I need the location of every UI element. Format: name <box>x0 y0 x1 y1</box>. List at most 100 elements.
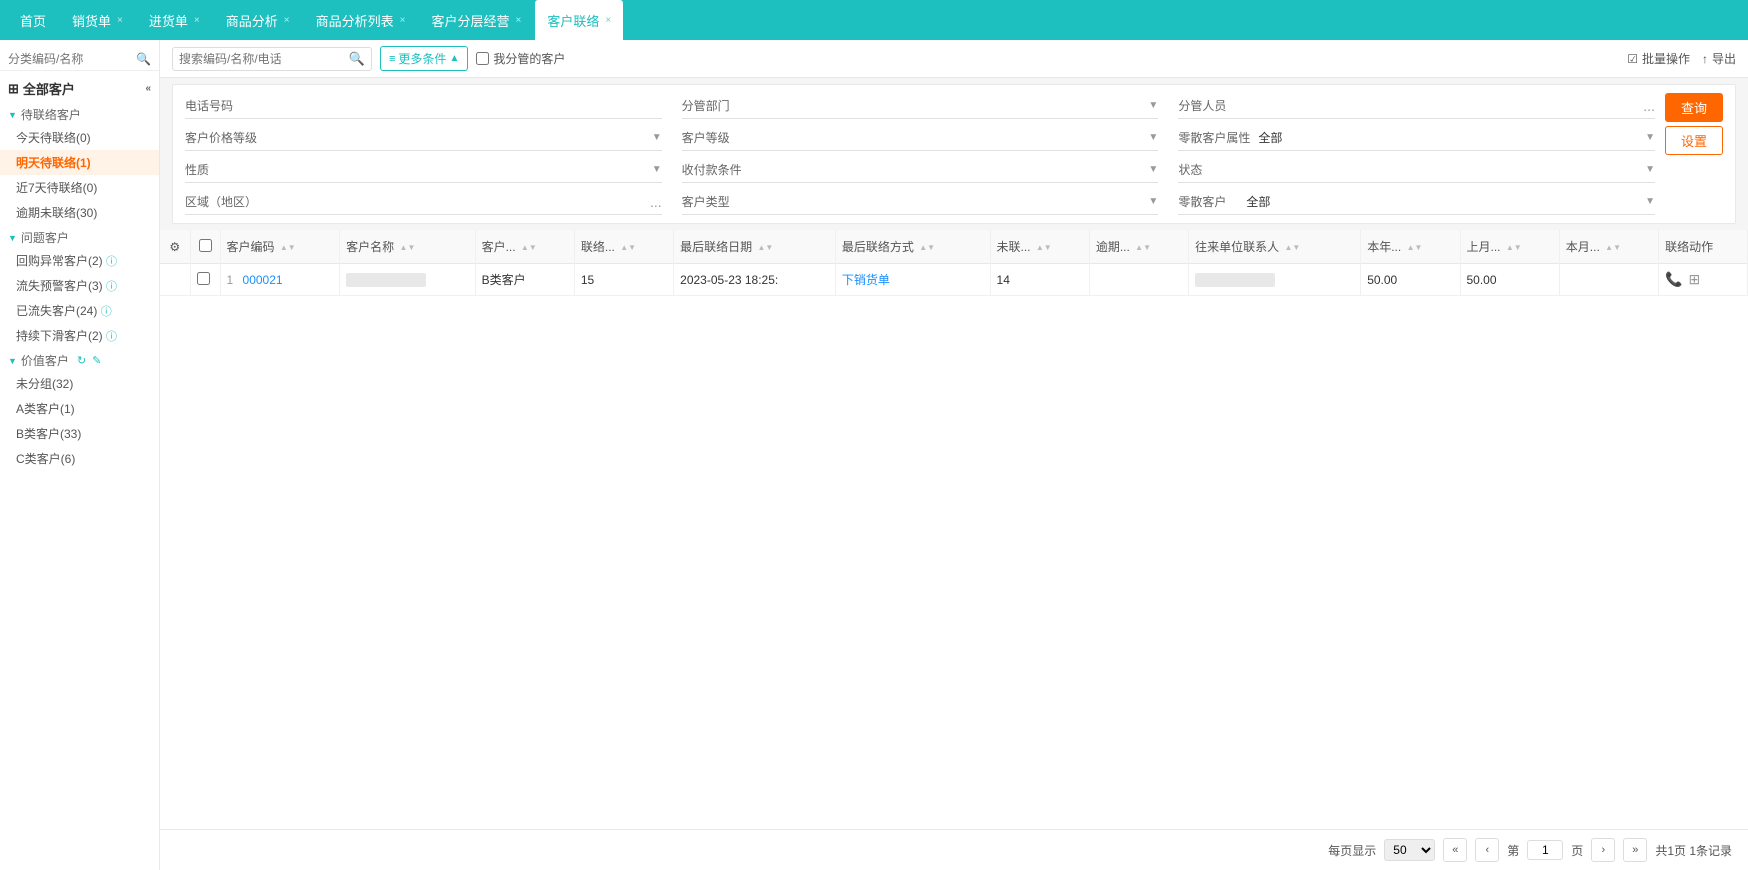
per-page-select[interactable]: 50 100 200 <box>1384 839 1435 861</box>
last-contact-method-link[interactable]: 下销货单 <box>842 273 890 287</box>
close-sales-order-icon[interactable]: × <box>117 15 123 26</box>
sidebar-item-tomorrow-contact[interactable]: 明天待联络(1) <box>0 150 159 175</box>
sidebar-item-class-b[interactable]: B类客户(33) <box>0 421 159 446</box>
next-btn[interactable]: › <box>1591 838 1615 862</box>
filter-status-select[interactable]: ▼ <box>1246 164 1655 175</box>
col-gear[interactable]: ⚙ <box>160 230 190 264</box>
close-product-analysis-list-icon[interactable]: × <box>400 15 406 26</box>
edit-icon[interactable]: ✎ <box>92 354 101 367</box>
close-customer-segmentation-icon[interactable]: × <box>515 15 521 26</box>
col-customer-code[interactable]: 客户编码 ▲▼ <box>220 230 340 264</box>
nav-product-analysis[interactable]: 商品分析 × <box>214 0 302 40</box>
col-last-contact-method[interactable]: 最后联络方式 ▲▼ <box>835 230 990 264</box>
col-this-month[interactable]: 本月... ▲▼ <box>1559 230 1658 264</box>
select-all-checkbox[interactable] <box>199 239 212 252</box>
col-contact-person[interactable]: 往来单位联系人 ▲▼ <box>1189 230 1361 264</box>
sidebar-item-abnormal-repurchase[interactable]: 回购异常客户(2) ⓘ <box>0 248 159 273</box>
refresh-icon[interactable]: ↻ <box>77 354 86 367</box>
sidebar-item-class-a[interactable]: A类客户(1) <box>0 396 159 421</box>
sort-contact-count-icon[interactable]: ▲▼ <box>620 243 636 252</box>
sidebar: 🔍 ⊞ 全部客户 « 待联络客户 今天待联络(0) 明天待联络(1) 近7天待联… <box>0 40 160 870</box>
nav-customer-contact[interactable]: 客户联络 × <box>535 0 623 40</box>
search-input[interactable] <box>179 52 345 66</box>
sort-customer-name-icon[interactable]: ▲▼ <box>400 243 416 252</box>
sidebar-item-overdue-contact[interactable]: 逾期未联络(30) <box>0 200 159 225</box>
close-product-analysis-icon[interactable]: × <box>284 15 290 26</box>
sidebar-item-today-contact[interactable]: 今天待联络(0) <box>0 125 159 150</box>
sidebar-item-churn-warning[interactable]: 流失预警客户(3) ⓘ <box>0 273 159 298</box>
filter-payment-label: 收付款条件 <box>682 161 742 178</box>
next-next-btn[interactable]: » <box>1623 838 1647 862</box>
page-label: 第 <box>1507 842 1519 859</box>
sort-last-month-icon[interactable]: ▲▼ <box>1506 243 1522 252</box>
sidebar-search-icon[interactable]: 🔍 <box>136 52 151 66</box>
col-last-month[interactable]: 上月... ▲▼ <box>1460 230 1559 264</box>
row-unreached: 14 <box>990 264 1089 296</box>
col-customer-type[interactable]: 客户... ▲▼ <box>475 230 574 264</box>
close-purchase-order-icon[interactable]: × <box>194 15 200 26</box>
sidebar-item-ungrouped[interactable]: 未分组(32) <box>0 371 159 396</box>
col-last-contact-date[interactable]: 最后联络日期 ▲▼ <box>674 230 836 264</box>
close-customer-contact-icon[interactable]: × <box>605 15 611 26</box>
col-unreached[interactable]: 未联... ▲▼ <box>990 230 1089 264</box>
filter-dept-select[interactable]: ▼ <box>750 100 1159 111</box>
row-checkbox <box>190 264 220 296</box>
filter-region-select[interactable]: ... <box>265 194 662 210</box>
region-dots-icon[interactable]: ... <box>650 194 662 210</box>
sidebar-item-class-c[interactable]: C类客户(6) <box>0 446 159 471</box>
row-select-checkbox[interactable] <box>197 272 210 285</box>
filter-price-grade-select[interactable]: ▼ <box>265 132 662 143</box>
page-input[interactable] <box>1527 840 1563 860</box>
action-grid-icon[interactable]: ⊞ <box>1689 271 1701 288</box>
sort-customer-code-icon[interactable]: ▲▼ <box>280 243 296 252</box>
sort-unreached-icon[interactable]: ▲▼ <box>1036 243 1052 252</box>
search-icon[interactable]: 🔍 <box>349 51 365 67</box>
more-conditions-btn[interactable]: ≡ 更多条件 ▲ <box>380 46 468 71</box>
col-overdue[interactable]: 逾期... ▲▼ <box>1089 230 1188 264</box>
manager-dots-icon[interactable]: ... <box>1643 98 1655 114</box>
filter-retail-attr-select[interactable]: 全部 ▼ <box>1258 129 1655 146</box>
export-btn[interactable]: ↑ 导出 <box>1702 50 1736 67</box>
nav-customer-segmentation[interactable]: 客户分层经营 × <box>419 0 533 40</box>
sidebar-item-churned[interactable]: 已流失客户(24) ⓘ <box>0 298 159 323</box>
sort-last-contact-method-icon[interactable]: ▲▼ <box>919 243 935 252</box>
group-pending-contact[interactable]: 待联络客户 <box>0 102 159 125</box>
filter-customer-type-select[interactable]: ▼ <box>750 196 1159 207</box>
settings-button[interactable]: 设置 <box>1665 126 1723 155</box>
group-problem-customers[interactable]: 问题客户 <box>0 225 159 248</box>
nav-product-analysis-list[interactable]: 商品分析列表 × <box>304 0 418 40</box>
filter-customer-grade-select[interactable]: ▼ <box>750 132 1159 143</box>
filter-retail-customer-select[interactable]: 全部 ▼ <box>1246 193 1655 210</box>
col-action: 联络动作 <box>1659 230 1748 264</box>
filter-manager-select[interactable]: ... <box>1246 98 1655 114</box>
col-this-year[interactable]: 本年... ▲▼ <box>1361 230 1460 264</box>
action-phone-icon[interactable]: 📞 <box>1665 271 1682 288</box>
filter-payment-select[interactable]: ▼ <box>750 164 1159 175</box>
filter-nature-select[interactable]: ▼ <box>253 164 662 175</box>
sort-overdue-icon[interactable]: ▲▼ <box>1135 243 1151 252</box>
sidebar-item-declining[interactable]: 持续下滑客户(2) ⓘ <box>0 323 159 348</box>
row-this-year: 50.00 <box>1361 264 1460 296</box>
collapse-icon[interactable]: « <box>145 83 151 94</box>
batch-op-btn[interactable]: ☑ 批量操作 <box>1627 50 1690 67</box>
filter-status: 状态 ▼ <box>1178 157 1655 183</box>
query-button[interactable]: 查询 <box>1665 93 1723 122</box>
sidebar-search-input[interactable] <box>8 52 136 66</box>
prev-prev-btn[interactable]: « <box>1443 838 1467 862</box>
all-customers-label[interactable]: ⊞ 全部客户 « <box>0 75 159 102</box>
sidebar-item-7days-contact[interactable]: 近7天待联络(0) <box>0 175 159 200</box>
group-value-customers[interactable]: 价值客户 ↻ ✎ <box>0 348 159 371</box>
nav-home[interactable]: 首页 <box>8 0 58 40</box>
sort-customer-type-icon[interactable]: ▲▼ <box>521 243 537 252</box>
prev-btn[interactable]: ‹ <box>1475 838 1499 862</box>
my-customers-checkbox[interactable] <box>476 52 489 65</box>
nav-purchase-order[interactable]: 进货单 × <box>137 0 212 40</box>
nav-sales-order[interactable]: 销货单 × <box>60 0 135 40</box>
sort-last-contact-date-icon[interactable]: ▲▼ <box>758 243 774 252</box>
sort-this-month-icon[interactable]: ▲▼ <box>1605 243 1621 252</box>
col-customer-name[interactable]: 客户名称 ▲▼ <box>340 230 475 264</box>
sort-this-year-icon[interactable]: ▲▼ <box>1407 243 1423 252</box>
sort-contact-person-icon[interactable]: ▲▼ <box>1284 243 1300 252</box>
filter-phone-input[interactable] <box>253 99 662 113</box>
col-contact-count[interactable]: 联络... ▲▼ <box>574 230 673 264</box>
